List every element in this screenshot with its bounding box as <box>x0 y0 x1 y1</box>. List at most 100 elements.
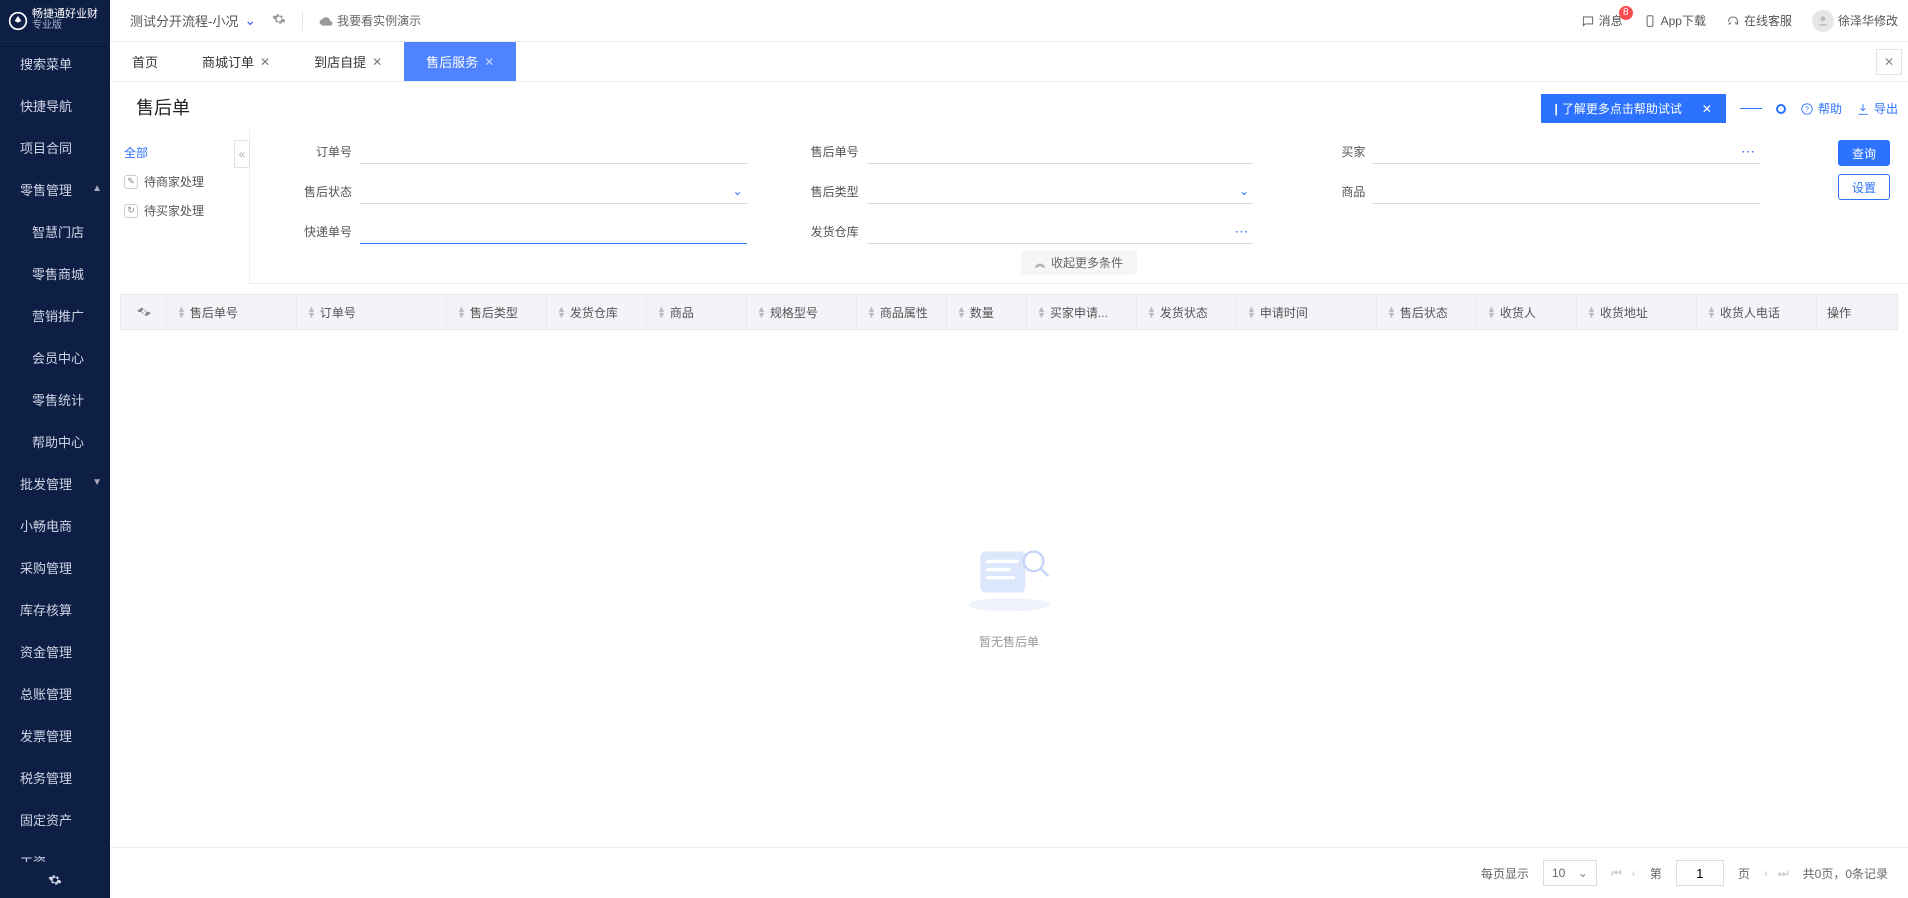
tab-label: 首页 <box>132 52 158 71</box>
settings-button[interactable]: 设置 <box>1838 174 1890 200</box>
sort-icon: ▲▼ <box>957 306 966 319</box>
sidebar-item[interactable]: 批发管理▼ <box>0 462 110 504</box>
brand-icon <box>8 11 28 31</box>
column-settings-button[interactable] <box>121 295 167 329</box>
prev-page-icon[interactable]: ‹ <box>1632 866 1636 880</box>
sidebar-item[interactable]: 快捷导航 <box>0 84 110 126</box>
type-input[interactable] <box>867 178 1254 204</box>
warehouse-input[interactable] <box>867 218 1254 244</box>
messages-link[interactable]: 消息 8 <box>1581 12 1623 29</box>
sidebar-item-label: 项目合同 <box>20 138 72 157</box>
table-header[interactable]: ▲▼收货地址 <box>1577 295 1697 329</box>
sort-icon: ▲▼ <box>307 306 316 319</box>
empty-state-icon <box>949 527 1069 617</box>
filter-side-item[interactable]: ✎待商家处理 <box>110 167 249 196</box>
brand-edition: 专业版 <box>32 21 98 32</box>
online-service-link[interactable]: 在线客服 <box>1726 12 1792 29</box>
tab[interactable]: 售后服务 ✕ <box>404 42 516 81</box>
goods-input[interactable] <box>1373 178 1760 204</box>
sidebar-subitem[interactable]: 会员中心 <box>0 336 110 378</box>
sidebar-item[interactable]: 搜索菜单 <box>0 42 110 84</box>
sidebar-subitem[interactable]: 零售统计 <box>0 378 110 420</box>
page-input[interactable] <box>1676 860 1724 886</box>
close-icon[interactable]: ✕ <box>260 55 270 69</box>
search-button[interactable]: 查询 <box>1838 140 1890 166</box>
sidebar-item-label: 总账管理 <box>20 684 72 703</box>
sidebar-item[interactable]: 工资 <box>0 840 110 862</box>
tab[interactable]: 到店自提✕ <box>292 42 404 81</box>
filter-side-item[interactable]: 全部 <box>110 138 249 167</box>
type-field: 售后类型 ⌄ <box>787 178 1254 204</box>
express-no-input[interactable] <box>360 218 747 244</box>
sidebar-item[interactable]: 小畅电商 <box>0 504 110 546</box>
status-input[interactable] <box>360 178 747 204</box>
per-page-label: 每页显示 <box>1481 865 1529 882</box>
table-header[interactable]: ▲▼商品 <box>647 295 747 329</box>
table-header[interactable]: 操作 <box>1817 295 1897 329</box>
tab-label: 售后服务 <box>426 52 478 71</box>
per-page-select[interactable]: 10 ⌄ <box>1543 860 1597 886</box>
export-icon <box>1856 102 1870 116</box>
table-header[interactable]: ▲▼售后状态 <box>1377 295 1477 329</box>
flow-settings-icon[interactable] <box>272 12 286 29</box>
warehouse-picker-icon[interactable]: ⋯ <box>1234 223 1249 240</box>
sidebar-item[interactable]: 库存核算 <box>0 588 110 630</box>
gear-icon[interactable] <box>48 873 62 887</box>
table-header[interactable]: ▲▼买家申请... <box>1027 295 1137 329</box>
help-toast-close-icon[interactable]: ✕ <box>1702 102 1712 116</box>
user-menu[interactable]: 徐泽华修改 <box>1812 10 1898 32</box>
sidebar-item-label: 固定资产 <box>20 810 72 829</box>
sidebar-subitem[interactable]: 零售商城 <box>0 252 110 294</box>
filter-side-item[interactable]: ↻待买家处理 <box>110 196 249 225</box>
sidebar-item[interactable]: 项目合同 <box>0 126 110 168</box>
flow-name: 测试分开流程-小况 <box>130 11 238 30</box>
sidebar-subitem[interactable]: 帮助中心 <box>0 420 110 462</box>
sidebar-item[interactable]: 零售管理▲ <box>0 168 110 210</box>
after-no-input[interactable] <box>867 138 1254 164</box>
close-icon[interactable]: ✕ <box>484 55 494 69</box>
table-header[interactable]: ▲▼订单号 <box>297 295 447 329</box>
sidebar-subitem[interactable]: 智慧门店 <box>0 210 110 252</box>
export-link[interactable]: 导出 <box>1856 100 1898 117</box>
close-all-tabs-button[interactable]: ✕ <box>1876 49 1902 75</box>
last-page-icon[interactable]: ⏭ <box>1778 866 1789 881</box>
demo-link[interactable]: 我要看实例演示 <box>319 12 421 29</box>
sidebar-item[interactable]: 税务管理 <box>0 756 110 798</box>
table-header[interactable]: ▲▼售后单号 <box>167 295 297 329</box>
tab[interactable]: 商城订单✕ <box>180 42 292 81</box>
collapse-filters-button[interactable]: ︽ 收起更多条件 <box>1021 250 1137 275</box>
table-header[interactable]: ▲▼商品属性 <box>857 295 947 329</box>
buyer-input[interactable] <box>1373 138 1760 164</box>
sidebar-item[interactable]: 采购管理 <box>0 546 110 588</box>
next-page-icon[interactable]: › <box>1764 866 1768 880</box>
sort-icon: ▲▼ <box>1587 306 1596 319</box>
collapse-side-handle[interactable]: « <box>234 140 250 168</box>
order-no-input[interactable] <box>360 138 747 164</box>
first-page-icon[interactable]: ⏮ <box>1611 866 1622 881</box>
help-link[interactable]: ? 帮助 <box>1800 100 1842 117</box>
sort-icon: ▲▼ <box>177 306 186 319</box>
sidebar-item[interactable]: 发票管理 <box>0 714 110 756</box>
table-header[interactable]: ▲▼售后类型 <box>447 295 547 329</box>
buyer-picker-icon[interactable]: ⋯ <box>1741 143 1756 160</box>
table-header[interactable]: ▲▼收货人电话 <box>1697 295 1817 329</box>
help-toast: |了解更多点击帮助试试 ✕ <box>1541 94 1726 123</box>
close-icon[interactable]: ✕ <box>372 55 382 69</box>
sidebar-item[interactable]: 总账管理 <box>0 672 110 714</box>
table-header[interactable]: ▲▼数量 <box>947 295 1027 329</box>
table-header[interactable]: ▲▼发货仓库 <box>547 295 647 329</box>
sidebar-item[interactable]: 资金管理 <box>0 630 110 672</box>
pager-total: 共0页，0条记录 <box>1803 865 1888 882</box>
tab[interactable]: 首页 <box>110 42 180 81</box>
table-header[interactable]: ▲▼规格型号 <box>747 295 857 329</box>
sidebar-item[interactable]: 固定资产 <box>0 798 110 840</box>
express-no-field: 快递单号 <box>280 218 747 244</box>
app-download-link[interactable]: App下载 <box>1643 12 1706 29</box>
table-header[interactable]: ▲▼发货状态 <box>1137 295 1237 329</box>
warehouse-field: 发货仓库 ⋯ <box>787 218 1254 244</box>
sidebar-subitem[interactable]: 营销推广 <box>0 294 110 336</box>
flow-selector[interactable]: 测试分开流程-小况 ⌄ <box>130 11 256 30</box>
table-header[interactable]: ▲▼收货人 <box>1477 295 1577 329</box>
table-header[interactable]: ▲▼申请时间 <box>1237 295 1377 329</box>
status-field: 售后状态 ⌄ <box>280 178 747 204</box>
